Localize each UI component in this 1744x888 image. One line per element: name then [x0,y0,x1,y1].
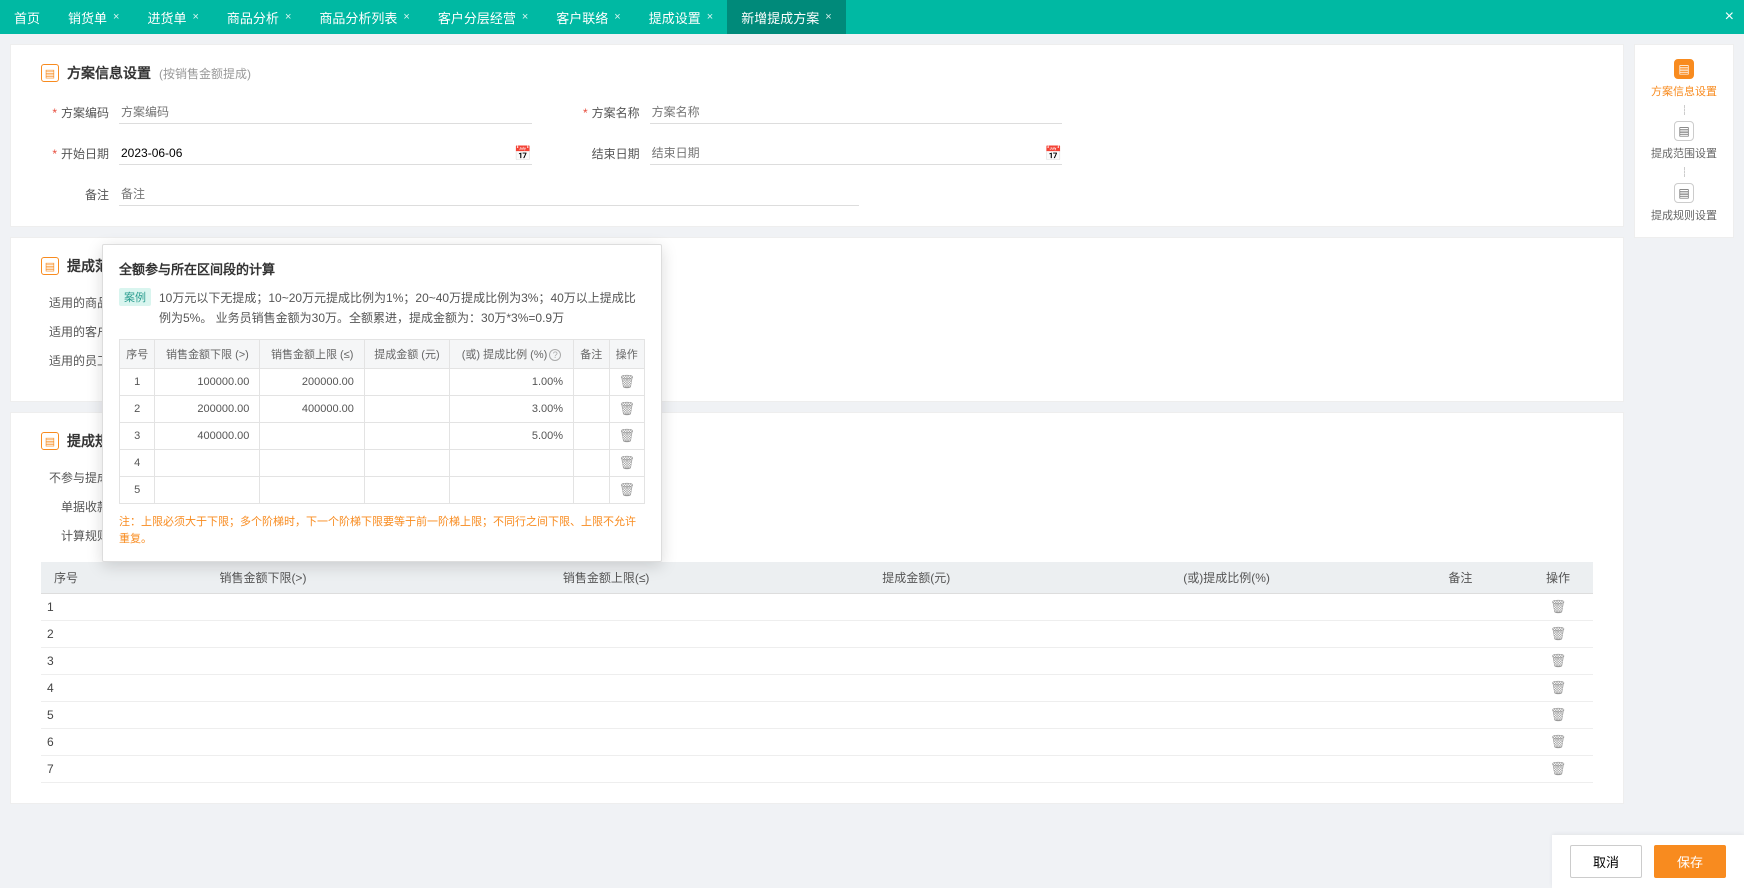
tab-commission-settings[interactable]: 提成设置× [635,0,727,34]
label-calc-rule: 计算规则 [41,527,109,544]
delete-icon[interactable]: 🗑 [1550,761,1567,776]
case-text: 10万元以下无提成；10~20万元提成比例为1%；20~40万提成比例为3%；4… [159,288,645,329]
panel-title: 方案信息设置 [67,63,151,83]
panel-icon: ▤ [41,257,59,275]
close-all-icon[interactable]: × [1725,8,1734,26]
delete-icon[interactable]: 🗑 [618,428,635,443]
panel-plan-info: ▤ 方案信息设置 (按销售金额提成) 方案编码 方案名称 开始日期 [10,44,1624,227]
help-icon[interactable]: ? [549,349,561,361]
step-plan-info[interactable]: ▤ 方案信息设置 [1651,59,1717,99]
table-row[interactable]: 3🗑 [41,648,1593,675]
close-icon[interactable]: × [113,11,119,23]
close-icon[interactable]: × [403,11,409,23]
case-tag: 案例 [119,288,151,306]
calc-rule-popover: 全额参与所在区间段的计算 案例 10万元以下无提成；10~20万元提成比例为1%… [102,244,662,562]
input-start-date[interactable] [119,142,510,164]
label-plan-code: 方案编码 [41,104,109,121]
step-rule[interactable]: ▤ 提成规则设置 [1651,183,1717,223]
close-icon[interactable]: × [825,11,831,23]
tab-sales[interactable]: 销货单× [54,0,133,34]
calendar-icon[interactable]: 📅 [514,145,531,162]
table-row[interactable]: 6🗑 [41,729,1593,756]
label-single: 单据收款 [41,498,109,515]
delete-icon[interactable]: 🗑 [618,401,635,416]
table-row: 3400000.005.00%🗑 [120,422,645,449]
label-scope-staff: 适用的员工 [41,352,109,369]
delete-icon[interactable]: 🗑 [1550,626,1567,641]
footer-actions: 取消 保存 [1552,835,1744,888]
delete-icon[interactable]: 🗑 [618,374,635,389]
step-scope[interactable]: ▤ 提成范围设置 [1651,121,1717,161]
label-end-date: 结束日期 [572,145,640,162]
table-row: 5🗑 [120,476,645,503]
table-row[interactable]: 7🗑 [41,756,1593,783]
delete-icon[interactable]: 🗑 [618,455,635,470]
tab-home[interactable]: 首页 [0,0,54,34]
close-icon[interactable]: × [614,11,620,23]
step-icon: ▤ [1674,183,1694,203]
label-plan-name: 方案名称 [572,104,640,121]
table-row[interactable]: 5🗑 [41,702,1593,729]
tab-customer-tier[interactable]: 客户分层经营× [424,0,542,34]
tab-purchase[interactable]: 进货单× [133,0,212,34]
label-exclude: 不参与提成 [41,469,109,486]
label-remark: 备注 [41,186,109,203]
table-row[interactable]: 2🗑 [41,621,1593,648]
tab-new-commission[interactable]: 新增提成方案× [727,0,845,34]
popover-warning: 注：上限必须大于下限；多个阶梯时，下一个阶梯下限要等于前一阶梯上限；不同行之间下… [119,514,645,549]
popover-title: 全额参与所在区间段的计算 [119,259,645,278]
input-end-date[interactable] [650,142,1041,164]
tab-product-analysis[interactable]: 商品分析× [213,0,305,34]
tab-product-list[interactable]: 商品分析列表× [305,0,423,34]
top-tab-bar: 首页 销货单× 进货单× 商品分析× 商品分析列表× 客户分层经营× 客户联络×… [0,0,1744,34]
panel-icon: ▤ [41,432,59,450]
label-start-date: 开始日期 [41,145,109,162]
calendar-icon[interactable]: 📅 [1045,145,1062,162]
delete-icon[interactable]: 🗑 [1550,599,1567,614]
input-remark[interactable] [119,183,859,206]
delete-icon[interactable]: 🗑 [618,482,635,497]
tab-customer-contact[interactable]: 客户联络× [542,0,634,34]
table-row[interactable]: 1🗑 [41,594,1593,621]
delete-icon[interactable]: 🗑 [1550,680,1567,695]
close-icon[interactable]: × [707,11,713,23]
table-row[interactable]: 4🗑 [41,675,1593,702]
side-step-nav: ▤ 方案信息设置 ▤ 提成范围设置 ▤ 提成规则设置 [1634,44,1734,238]
label-scope-customer: 适用的客户 [41,323,109,340]
delete-icon[interactable]: 🗑 [1550,707,1567,722]
step-icon: ▤ [1674,59,1694,79]
rules-table: 序号 销售金额下限(>) 销售金额上限(≤) 提成金额(元) (或)提成比例(%… [41,562,1593,783]
popover-table: 序号 销售金额下限 (>) 销售金额上限 (≤) 提成金额 (元) (或) 提成… [119,339,645,504]
step-icon: ▤ [1674,121,1694,141]
input-plan-code[interactable] [119,101,532,124]
save-button[interactable]: 保存 [1654,845,1726,878]
delete-icon[interactable]: 🗑 [1550,653,1567,668]
close-icon[interactable]: × [522,11,528,23]
table-row: 2200000.00400000.003.00%🗑 [120,395,645,422]
panel-subtitle: (按销售金额提成) [159,65,251,82]
delete-icon[interactable]: 🗑 [1550,734,1567,749]
label-scope-goods: 适用的商品 [41,294,109,311]
close-icon[interactable]: × [285,11,291,23]
table-row: 1100000.00200000.001.00%🗑 [120,368,645,395]
input-plan-name[interactable] [650,101,1063,124]
close-icon[interactable]: × [192,11,198,23]
cancel-button[interactable]: 取消 [1570,845,1642,878]
panel-icon: ▤ [41,64,59,82]
table-row: 4🗑 [120,449,645,476]
